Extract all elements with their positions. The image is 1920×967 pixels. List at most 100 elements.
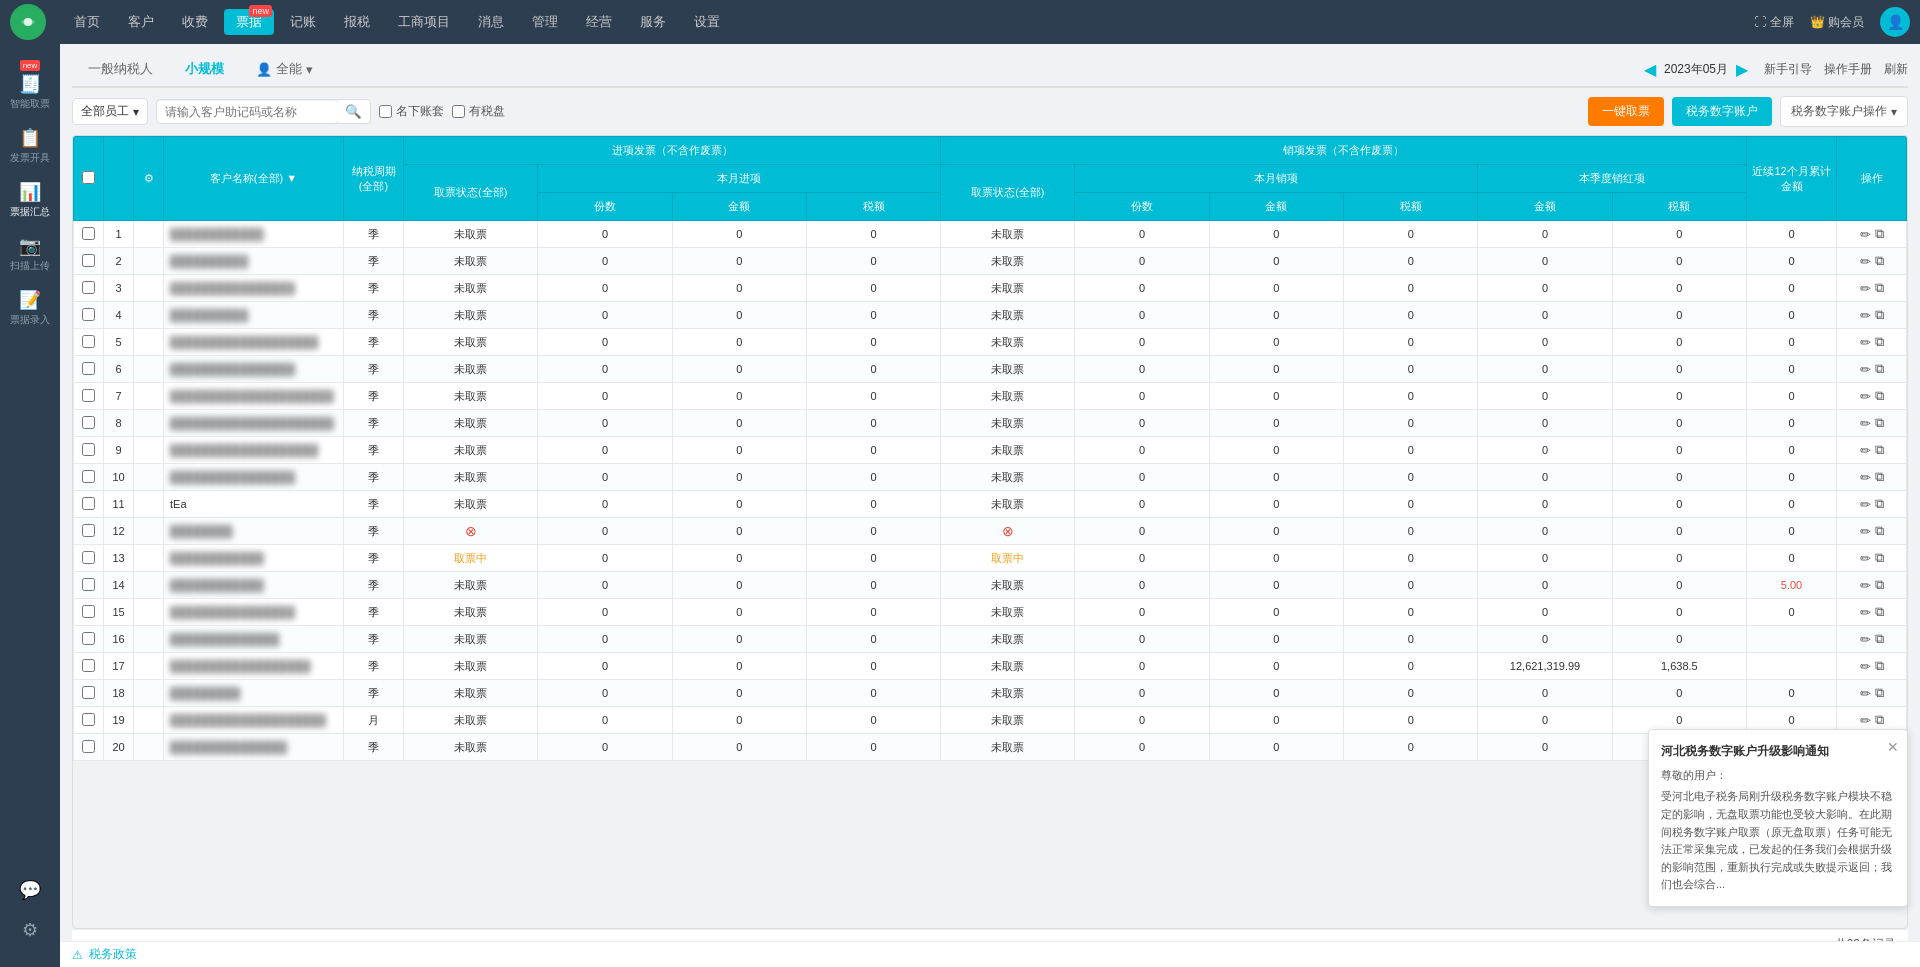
nav-settings[interactable]: 设置 xyxy=(682,9,732,35)
edit-icon[interactable]: ✏ xyxy=(1860,659,1871,674)
nav-billing[interactable]: 收费 xyxy=(170,9,220,35)
edit-icon[interactable]: ✏ xyxy=(1860,551,1871,566)
tab-all[interactable]: 👤 全能 ▾ xyxy=(240,52,329,86)
prev-period-btn[interactable]: ◀ xyxy=(1644,60,1656,79)
sidebar-item-issue[interactable]: 📋 发票开具 xyxy=(0,119,60,173)
edit-icon[interactable]: ✏ xyxy=(1860,524,1871,539)
row-select[interactable] xyxy=(82,362,95,375)
copy-icon[interactable]: ⧉ xyxy=(1875,442,1884,458)
checkbox-has-taxdisk[interactable]: 有税盘 xyxy=(452,103,505,120)
row-select[interactable] xyxy=(82,227,95,240)
copy-icon[interactable]: ⧉ xyxy=(1875,712,1884,728)
nav-accounting[interactable]: 记账 xyxy=(278,9,328,35)
sidebar-item-entry[interactable]: 📝 票据录入 xyxy=(0,281,60,335)
copy-icon[interactable]: ⧉ xyxy=(1875,604,1884,620)
row-select[interactable] xyxy=(82,740,95,753)
edit-icon[interactable]: ✏ xyxy=(1860,335,1871,350)
edit-icon[interactable]: ✏ xyxy=(1860,443,1871,458)
row-select[interactable] xyxy=(82,605,95,618)
select-all-checkbox[interactable] xyxy=(82,171,95,184)
row-select[interactable] xyxy=(82,389,95,402)
nav-client[interactable]: 客户 xyxy=(116,9,166,35)
row-select[interactable] xyxy=(82,578,95,591)
fullscreen-btn[interactable]: ⛶ 全屏 xyxy=(1754,14,1793,31)
row-select[interactable] xyxy=(82,470,95,483)
copy-icon[interactable]: ⧉ xyxy=(1875,415,1884,431)
edit-icon[interactable]: ✏ xyxy=(1860,686,1871,701)
row-select[interactable] xyxy=(82,632,95,645)
search-button[interactable]: 🔍 xyxy=(337,100,370,123)
tax-policy-link[interactable]: 税务政策 xyxy=(89,946,137,963)
row-select[interactable] xyxy=(82,551,95,564)
edit-icon[interactable]: ✏ xyxy=(1860,578,1871,593)
digital-account-btn[interactable]: 税务数字账户 xyxy=(1672,97,1772,126)
copy-icon[interactable]: ⧉ xyxy=(1875,253,1884,269)
edit-icon[interactable]: ✏ xyxy=(1860,308,1871,323)
new-guide-link[interactable]: 新手引导 xyxy=(1764,61,1812,78)
copy-icon[interactable]: ⧉ xyxy=(1875,280,1884,296)
sidebar-item-message[interactable]: 💬 xyxy=(15,871,45,911)
sidebar-item-summary[interactable]: 📊 票据汇总 xyxy=(0,173,60,227)
copy-icon[interactable]: ⧉ xyxy=(1875,685,1884,701)
nav-tax[interactable]: 报税 xyxy=(332,9,382,35)
own-accounts-checkbox[interactable] xyxy=(379,105,392,118)
edit-icon[interactable]: ✏ xyxy=(1860,470,1871,485)
copy-icon[interactable]: ⧉ xyxy=(1875,577,1884,593)
row-select[interactable] xyxy=(82,686,95,699)
copy-icon[interactable]: ⧉ xyxy=(1875,550,1884,566)
edit-icon[interactable]: ✏ xyxy=(1860,362,1871,377)
row-select[interactable] xyxy=(82,416,95,429)
copy-icon[interactable]: ⧉ xyxy=(1875,469,1884,485)
edit-icon[interactable]: ✏ xyxy=(1860,632,1871,647)
row-select[interactable] xyxy=(82,524,95,537)
nav-business[interactable]: 工商项目 xyxy=(386,9,462,35)
sidebar-item-setting[interactable]: ⚙ xyxy=(15,911,45,951)
edit-icon[interactable]: ✏ xyxy=(1860,227,1871,242)
user-avatar[interactable]: 👤 xyxy=(1880,7,1910,37)
edit-icon[interactable]: ✏ xyxy=(1860,281,1871,296)
manual-link[interactable]: 操作手册 xyxy=(1824,61,1872,78)
tab-general-taxpayer[interactable]: 一般纳税人 xyxy=(72,52,169,88)
copy-icon[interactable]: ⧉ xyxy=(1875,523,1884,539)
nav-tickets[interactable]: 票据 new xyxy=(224,9,274,35)
tab-small-scale[interactable]: 小规模 xyxy=(169,52,240,88)
nav-service[interactable]: 服务 xyxy=(628,9,678,35)
notification-close-btn[interactable]: ✕ xyxy=(1887,736,1899,758)
nav-manage[interactable]: 管理 xyxy=(520,9,570,35)
copy-icon[interactable]: ⧉ xyxy=(1875,226,1884,242)
copy-icon[interactable]: ⧉ xyxy=(1875,388,1884,404)
copy-icon[interactable]: ⧉ xyxy=(1875,658,1884,674)
row-select[interactable] xyxy=(82,497,95,510)
sidebar-item-smart-ticket[interactable]: new 🧾 智能取票 xyxy=(0,52,60,119)
row-select[interactable] xyxy=(82,659,95,672)
taxdisk-checkbox[interactable] xyxy=(452,105,465,118)
nav-operation[interactable]: 经营 xyxy=(574,9,624,35)
edit-icon[interactable]: ✏ xyxy=(1860,497,1871,512)
copy-icon[interactable]: ⧉ xyxy=(1875,496,1884,512)
row-select[interactable] xyxy=(82,443,95,456)
row-select[interactable] xyxy=(82,281,95,294)
row-select[interactable] xyxy=(82,335,95,348)
copy-icon[interactable]: ⧉ xyxy=(1875,307,1884,323)
nav-message[interactable]: 消息 xyxy=(466,9,516,35)
digital-account-ops-btn[interactable]: 税务数字账户操作 ▾ xyxy=(1780,96,1908,127)
edit-icon[interactable]: ✏ xyxy=(1860,389,1871,404)
edit-icon[interactable]: ✏ xyxy=(1860,713,1871,728)
member-btn[interactable]: 👑 购会员 xyxy=(1810,14,1864,31)
edit-icon[interactable]: ✏ xyxy=(1860,416,1871,431)
sidebar-item-scan[interactable]: 📷 扫描上传 xyxy=(0,227,60,281)
employee-filter[interactable]: 全部员工 ▾ xyxy=(72,98,148,125)
copy-icon[interactable]: ⧉ xyxy=(1875,361,1884,377)
next-period-btn[interactable]: ▶ xyxy=(1736,60,1748,79)
row-select[interactable] xyxy=(82,713,95,726)
one-key-ticket-btn[interactable]: 一键取票 xyxy=(1588,97,1664,126)
edit-icon[interactable]: ✏ xyxy=(1860,605,1871,620)
checkbox-own-accounts[interactable]: 名下账套 xyxy=(379,103,444,120)
refresh-link[interactable]: 刷新 xyxy=(1884,61,1908,78)
row-select[interactable] xyxy=(82,254,95,267)
row-select[interactable] xyxy=(82,308,95,321)
copy-icon[interactable]: ⧉ xyxy=(1875,334,1884,350)
edit-icon[interactable]: ✏ xyxy=(1860,254,1871,269)
copy-icon[interactable]: ⧉ xyxy=(1875,631,1884,647)
search-input[interactable] xyxy=(157,101,337,123)
